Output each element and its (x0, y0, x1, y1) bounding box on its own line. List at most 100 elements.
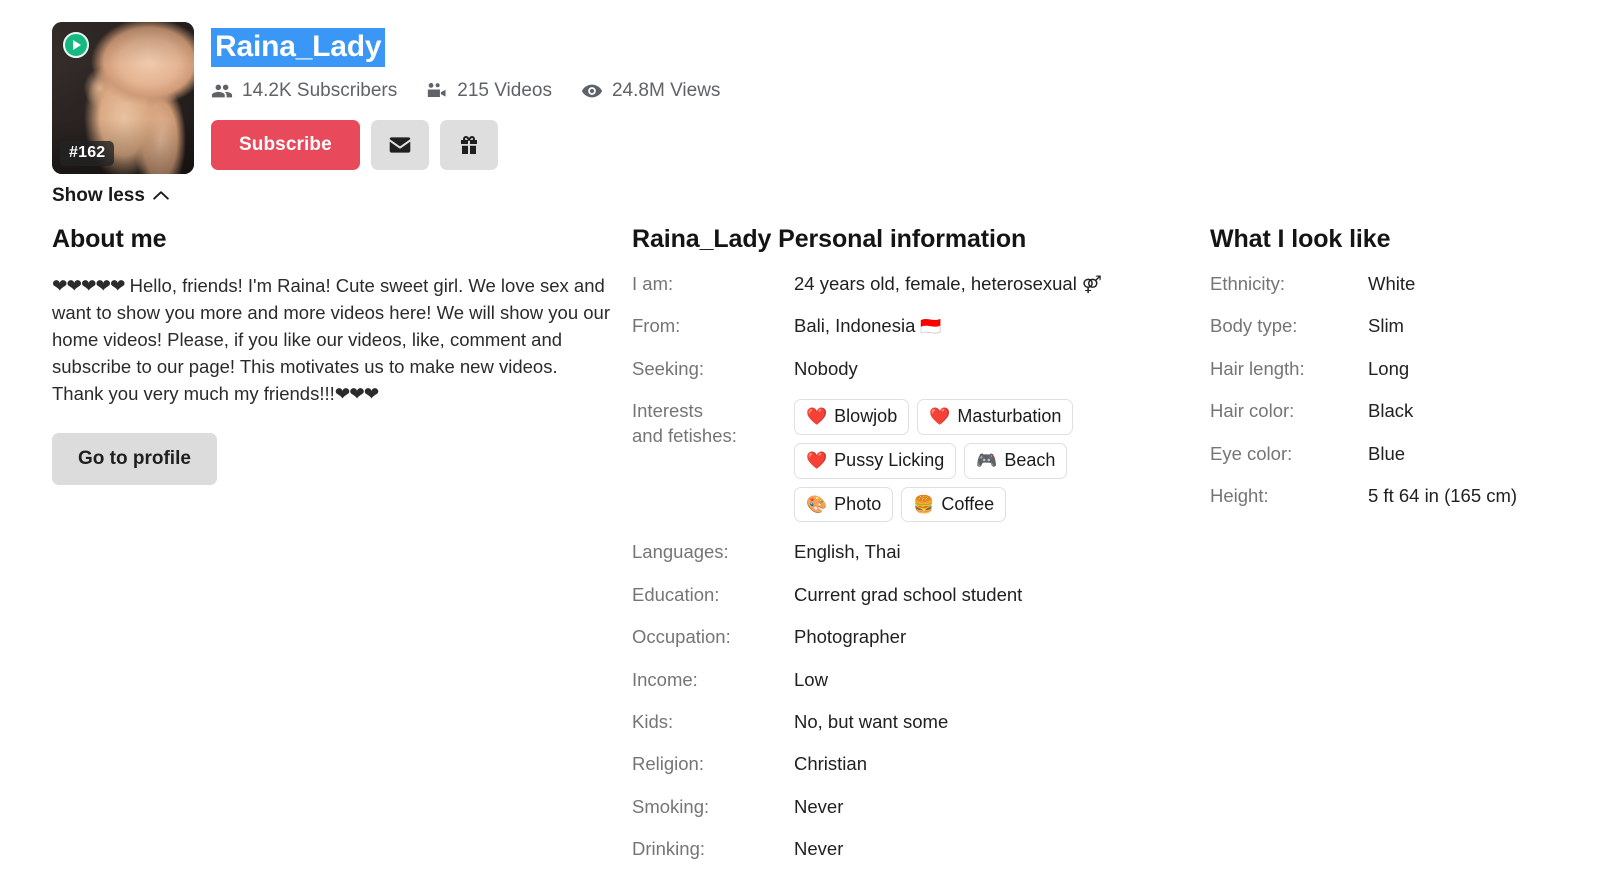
info-label: Kids: (632, 710, 674, 732)
envelope-icon (387, 132, 413, 158)
info-row-hair-color: Hair color: Black (1210, 399, 1550, 423)
interests-label-line2: and fetishes: (632, 424, 737, 446)
about-body: Hello, friends! I'm Raina! Cute sweet gi… (52, 275, 611, 404)
stat-views-label: 24.8M Views (611, 80, 721, 102)
stat-videos: 215 Videos (426, 80, 552, 102)
subscribe-button[interactable]: Subscribe (211, 120, 360, 171)
info-label: Body type: (1210, 315, 1298, 337)
info-value: Photographer (794, 626, 907, 648)
info-row-kids: Kids: No, but want some (632, 710, 1210, 734)
gamepad-icon: 🎮 (976, 450, 998, 470)
info-row-languages: Languages: English, Thai (632, 540, 1210, 564)
show-less-toggle[interactable]: Show less (52, 185, 169, 207)
info-label: Ethnicity: (1210, 273, 1286, 294)
stat-subscribers-label: 14.2K Subscribers (242, 80, 398, 102)
interest-tag-label: Blowjob (834, 406, 898, 427)
info-row-seeking: Seeking: Nobody (632, 357, 1210, 381)
info-row-income: Income: Low (632, 668, 1210, 692)
heart-icon: ❤️ (806, 407, 828, 427)
info-row-ethnicity: Ethnicity: White (1210, 272, 1550, 296)
info-value: Low (794, 668, 828, 690)
info-value-text: Bali, Indonesia (794, 315, 916, 337)
info-row-education: Education: Current grad school student (632, 583, 1210, 607)
interest-tag[interactable]: ❤️ Masturbation (917, 399, 1074, 435)
video-camera-icon (426, 80, 448, 102)
palette-icon: 🎨 (806, 494, 828, 514)
interest-tag-label: Beach (1004, 449, 1056, 470)
info-row-religion: Religion: Christian (632, 752, 1210, 776)
info-label: Religion: (632, 753, 704, 775)
stat-subscribers: 14.2K Subscribers (211, 80, 397, 102)
info-value: Nobody (794, 357, 858, 379)
info-label: Income: (632, 668, 698, 690)
interest-tag-label: Photo (834, 493, 882, 514)
about-column: About me ❤❤❤❤❤ Hello, friends! I'm Raina… (52, 225, 632, 884)
about-leading-hearts: ❤❤❤❤❤ (52, 275, 126, 296)
interest-tag-list: ❤️ Blowjob ❤️ Masturbation ❤️ Pussy Licking… (794, 399, 1166, 523)
interest-tag-label: Pussy Licking (834, 449, 945, 470)
info-value-text: 24 years old, female, heterosexual (794, 273, 1077, 294)
info-label: Height: (1210, 485, 1269, 507)
gender-symbol-icon: ⚤ (1081, 275, 1102, 294)
go-to-profile-button[interactable]: Go to profile (52, 433, 217, 485)
profile-header: #162 Raina_Lady 14.2K Subscribers 215 Vi… (52, 22, 720, 174)
rank-badge: #162 (60, 141, 115, 166)
info-value: English, Thai (794, 541, 901, 563)
info-value: Black (1368, 400, 1414, 422)
interest-tag-label: Masturbation (957, 406, 1062, 427)
play-triangle (73, 40, 81, 50)
info-label: Hair color: (1210, 400, 1295, 422)
info-row-height: Height: 5 ft 64 in (165 cm) (1210, 484, 1550, 508)
appearance-heading: What I look like (1210, 225, 1391, 253)
info-row-from: From: Bali, Indonesia 🇮🇩 (632, 314, 1210, 338)
info-label: Eye color: (1210, 442, 1293, 464)
info-value: White (1368, 273, 1416, 294)
info-label: Smoking: (632, 795, 710, 817)
info-value: Never (794, 795, 844, 817)
info-label: I am: (632, 273, 674, 294)
appearance-column: What I look like Ethnicity: White Body t… (1210, 225, 1550, 884)
about-text: ❤❤❤❤❤ Hello, friends! I'm Raina! Cute sw… (52, 272, 612, 407)
interest-tag[interactable]: 🍔 Coffee (901, 486, 1007, 523)
interest-tag[interactable]: 🎨 Photo (794, 486, 894, 523)
personal-info-column: Raina_Lady Personal information I am: 24… (632, 225, 1210, 884)
show-less-label: Show less (52, 185, 145, 206)
info-value: Bali, Indonesia 🇮🇩 (794, 314, 942, 338)
info-row-i-am: I am: 24 years old, female, heterosexual… (632, 272, 1210, 296)
info-value: Long (1368, 357, 1410, 379)
about-heading: About me (52, 225, 167, 253)
interest-tag[interactable]: ❤️ Pussy Licking (794, 442, 957, 479)
gift-icon (457, 133, 481, 157)
info-label: Education: (632, 583, 720, 605)
info-value: Christian (794, 753, 867, 775)
info-label: Languages: (632, 541, 729, 563)
personal-info-heading: Raina_Lady Personal information (632, 225, 1027, 253)
gift-button[interactable] (439, 120, 498, 171)
info-label: From: (632, 315, 681, 337)
info-label: Star sign: (632, 880, 794, 884)
interest-tag[interactable]: 🎮 Beach (964, 442, 1068, 479)
info-label: Seeking: (632, 357, 704, 379)
profile-thumbnail[interactable]: #162 (52, 22, 194, 174)
info-label: Occupation: (632, 626, 731, 648)
interests-label-line1: Interests (632, 400, 703, 422)
info-label: Hair length: (1210, 357, 1305, 379)
interest-tag[interactable]: ❤️ Blowjob (794, 399, 910, 435)
info-label: Drinking: (632, 838, 705, 860)
info-value: Blue (1368, 442, 1406, 464)
info-value: Slim (1368, 315, 1404, 337)
info-row-interests: Interests and fetishes: ❤️ Blowjob ❤️ Mast… (632, 399, 1210, 523)
info-value: Leo (794, 880, 825, 884)
play-icon[interactable] (63, 32, 89, 58)
profile-username[interactable]: Raina_Lady (211, 28, 386, 68)
info-value: Current grad school student (794, 583, 1023, 605)
info-value: No, but want some (794, 710, 949, 732)
info-value: 24 years old, female, heterosexual ⚤ (794, 272, 1102, 296)
info-row-drinking: Drinking: Never (632, 837, 1210, 861)
chevron-up-icon (153, 185, 169, 207)
eye-icon (581, 80, 603, 102)
info-value: Never (794, 838, 844, 860)
profile-columns: About me ❤❤❤❤❤ Hello, friends! I'm Raina… (52, 225, 1552, 884)
info-row-eye-color: Eye color: Blue (1210, 442, 1550, 466)
message-button[interactable] (370, 120, 429, 171)
